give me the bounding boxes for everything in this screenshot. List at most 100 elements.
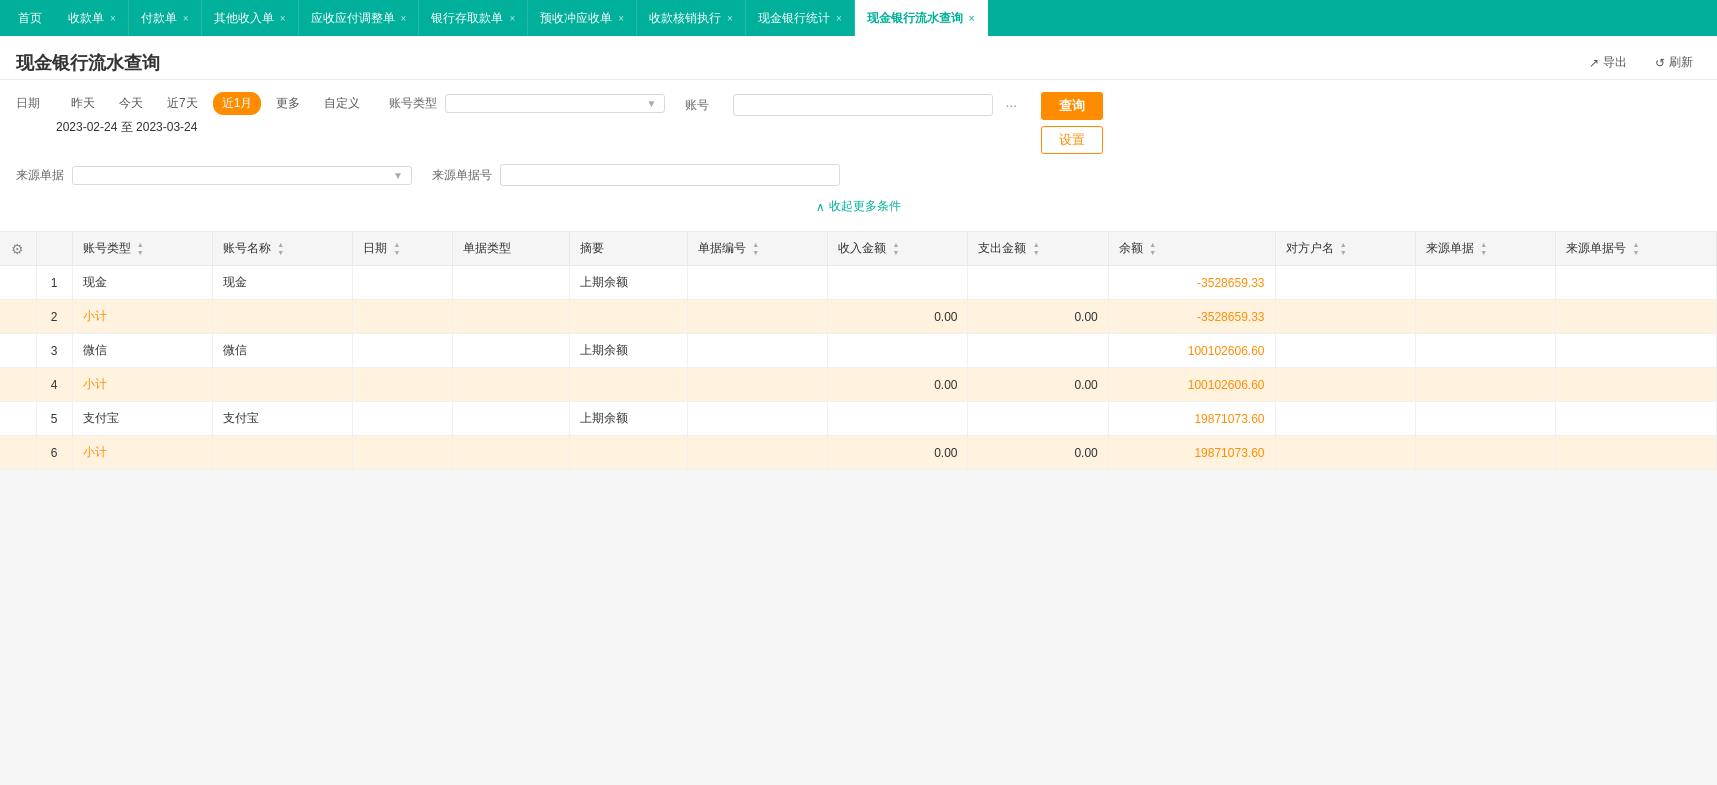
cell-account-name: [212, 300, 352, 334]
cell-expense: [968, 402, 1108, 436]
date-yesterday[interactable]: 昨天: [62, 92, 104, 115]
nav-tab-bank-deposit[interactable]: 银行存取款单 ×: [419, 0, 528, 36]
cell-counterpart: [1275, 402, 1415, 436]
nav-tab-collection[interactable]: 收款核销执行 ×: [637, 0, 746, 36]
close-icon[interactable]: ×: [836, 13, 842, 24]
cell-source-doc: [1415, 266, 1555, 300]
cell-doc-no: [687, 402, 827, 436]
date-7days[interactable]: 近7天: [158, 92, 207, 115]
account-input[interactable]: [733, 94, 993, 116]
cell-counterpart: [1275, 436, 1415, 470]
cell-doc-type: [452, 334, 570, 368]
date-more[interactable]: 更多: [267, 92, 309, 115]
col-account-type[interactable]: 账号类型 ▲▼: [72, 232, 212, 266]
sort-icon: ▲▼: [277, 241, 284, 256]
date-1month[interactable]: 近1月: [213, 92, 262, 115]
table-row: 4小计0.000.00100102606.60: [0, 368, 1717, 402]
col-summary: 摘要: [570, 232, 688, 266]
chevron-up-icon: ∧: [816, 200, 825, 214]
cell-account-name: 支付宝: [212, 402, 352, 436]
table-row: 1现金现金上期余额-3528659.33: [0, 266, 1717, 300]
cell-expense: [968, 334, 1108, 368]
nav-tab-prepaid[interactable]: 预收冲应收单 ×: [528, 0, 637, 36]
nav-tab-bank-flow[interactable]: 现金银行流水查询 ×: [855, 0, 988, 36]
data-table: ⚙ 账号类型 ▲▼ 账号名称 ▲▼ 日期 ▲▼ 单据类型 摘要 单: [0, 232, 1717, 470]
cell-doc-type: [452, 266, 570, 300]
settings-button[interactable]: 设置: [1041, 126, 1103, 154]
cell-balance: 19871073.60: [1108, 402, 1275, 436]
cell-source-doc-no: [1556, 368, 1717, 402]
sort-icon: ▲▼: [393, 241, 400, 256]
col-balance[interactable]: 余额 ▲▼: [1108, 232, 1275, 266]
cell-doc-no: [687, 368, 827, 402]
table-body: 1现金现金上期余额-3528659.332小计0.000.00-3528659.…: [0, 266, 1717, 470]
source-doc-no-input[interactable]: [500, 164, 840, 186]
source-doc-label: 来源单据: [16, 167, 64, 184]
nav-tab-bank-stats[interactable]: 现金银行统计 ×: [746, 0, 855, 36]
cell-source-doc: [1415, 436, 1555, 470]
cell-summary: [570, 300, 688, 334]
col-settings[interactable]: ⚙: [0, 232, 36, 266]
col-doc-no[interactable]: 单据编号 ▲▼: [687, 232, 827, 266]
sort-icon: ▲▼: [1632, 241, 1639, 256]
cell-source-doc-no: [1556, 334, 1717, 368]
cell-expense: 0.00: [968, 368, 1108, 402]
cell-income: 0.00: [828, 436, 968, 470]
col-income[interactable]: 收入金额 ▲▼: [828, 232, 968, 266]
close-icon[interactable]: ×: [727, 13, 733, 24]
table-row: 3微信微信上期余额100102606.60: [0, 334, 1717, 368]
col-expense[interactable]: 支出金额 ▲▼: [968, 232, 1108, 266]
nav-tab-other-income[interactable]: 其他收入单 ×: [202, 0, 299, 36]
collapse-button[interactable]: ∧ 收起更多条件: [816, 198, 901, 215]
date-today[interactable]: 今天: [110, 92, 152, 115]
close-icon[interactable]: ×: [401, 13, 407, 24]
cell-account-name: 现金: [212, 266, 352, 300]
cell-summary: 上期余额: [570, 402, 688, 436]
close-icon[interactable]: ×: [183, 13, 189, 24]
settings-gear-icon[interactable]: ⚙: [11, 241, 24, 257]
refresh-button[interactable]: ↺ 刷新: [1647, 50, 1701, 75]
cell-date: [353, 436, 452, 470]
query-button[interactable]: 查询: [1041, 92, 1103, 120]
cell-doc-type: [452, 368, 570, 402]
source-doc-no-label: 来源单据号: [432, 167, 492, 184]
cell-num: 6: [36, 436, 72, 470]
col-source-doc-no[interactable]: 来源单据号 ▲▼: [1556, 232, 1717, 266]
col-counterpart[interactable]: 对方户名 ▲▼: [1275, 232, 1415, 266]
col-account-name[interactable]: 账号名称 ▲▼: [212, 232, 352, 266]
close-icon[interactable]: ×: [110, 13, 116, 24]
sort-icon: ▲▼: [137, 241, 144, 256]
cell-num: 5: [36, 402, 72, 436]
col-num: [36, 232, 72, 266]
close-icon[interactable]: ×: [509, 13, 515, 24]
refresh-icon: ↺: [1655, 56, 1665, 70]
cell-account-type: 小计: [72, 300, 212, 334]
nav-home[interactable]: 首页: [4, 10, 56, 27]
cell-date: [353, 368, 452, 402]
cell-doc-no: [687, 334, 827, 368]
col-source-doc[interactable]: 来源单据 ▲▼: [1415, 232, 1555, 266]
cell-income: [828, 402, 968, 436]
close-icon[interactable]: ×: [969, 13, 975, 24]
cell-source-doc-no: [1556, 436, 1717, 470]
cell-date: [353, 334, 452, 368]
nav-tab-receipts[interactable]: 收款单 ×: [56, 0, 129, 36]
cell-expense: 0.00: [968, 436, 1108, 470]
source-doc-select[interactable]: ▼: [72, 166, 412, 185]
sort-icon: ▲▼: [1340, 241, 1347, 256]
page-title: 现金银行流水查询: [16, 51, 160, 75]
cell-settings: [0, 436, 36, 470]
chevron-down-icon: ▼: [393, 170, 403, 181]
cell-num: 1: [36, 266, 72, 300]
export-button[interactable]: ↗ 导出: [1581, 50, 1635, 75]
account-type-select[interactable]: ▼: [445, 94, 665, 113]
nav-tab-adjustment[interactable]: 应收应付调整单 ×: [299, 0, 420, 36]
table-header-row: ⚙ 账号类型 ▲▼ 账号名称 ▲▼ 日期 ▲▼ 单据类型 摘要 单: [0, 232, 1717, 266]
close-icon[interactable]: ×: [280, 13, 286, 24]
cell-balance: -3528659.33: [1108, 266, 1275, 300]
close-icon[interactable]: ×: [618, 13, 624, 24]
date-custom[interactable]: 自定义: [315, 92, 369, 115]
nav-tab-payments[interactable]: 付款单 ×: [129, 0, 202, 36]
more-options-icon[interactable]: ···: [1001, 97, 1021, 113]
col-date[interactable]: 日期 ▲▼: [353, 232, 452, 266]
